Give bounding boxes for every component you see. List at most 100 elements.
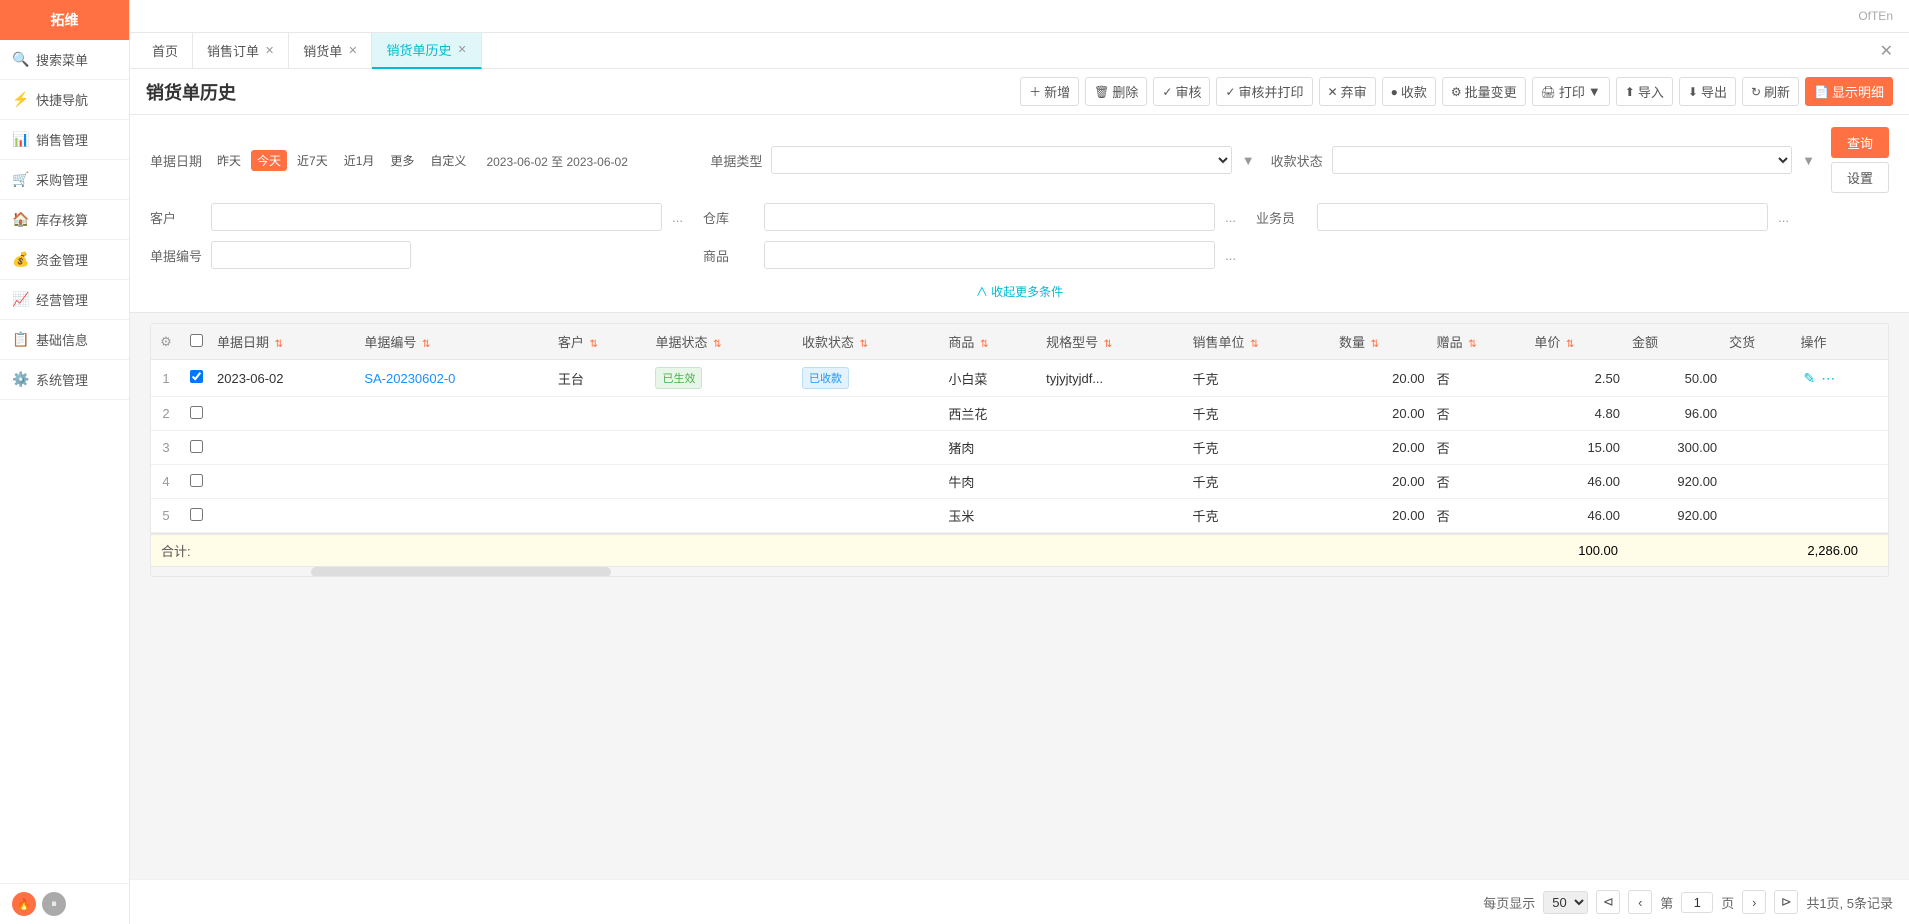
- goods-input[interactable]: [764, 241, 1215, 269]
- bottom-icon-1[interactable]: 🔥: [12, 892, 36, 916]
- date-btn-1month[interactable]: 近1月: [338, 150, 381, 171]
- main-area: OfTEn 首页 销售订单 ✕ 销货单 ✕ 销货单历史 ✕ ✕ 销货单历史 ＋ …: [130, 0, 1909, 924]
- col-price[interactable]: 单价 ⇅: [1528, 324, 1626, 360]
- first-page-button[interactable]: ⊲: [1596, 890, 1620, 914]
- import-button[interactable]: ⬆ 导入: [1616, 77, 1673, 106]
- date-btn-more[interactable]: 更多: [384, 150, 420, 171]
- discard-button[interactable]: ✕ 弃审: [1319, 77, 1376, 106]
- action-edit-icon[interactable]: ✎: [1804, 370, 1816, 386]
- refresh-button[interactable]: ↻ 刷新: [1742, 77, 1799, 106]
- col-doc-num[interactable]: 单据编号 ⇅: [358, 324, 551, 360]
- col-qty[interactable]: 数量 ⇅: [1333, 324, 1431, 360]
- tab-sales-history[interactable]: 销货单历史 ✕: [372, 33, 481, 69]
- table-settings-icon[interactable]: ⚙: [160, 334, 172, 349]
- setting-button[interactable]: 设置: [1831, 162, 1889, 193]
- row-checkbox-4[interactable]: [181, 499, 211, 533]
- per-page-select[interactable]: 50: [1543, 891, 1588, 914]
- goods-label: 商品: [703, 246, 758, 265]
- row-doc-num-3[interactable]: [358, 465, 551, 499]
- collect-status-select[interactable]: [1332, 146, 1792, 174]
- row-doc-num-2[interactable]: [358, 431, 551, 465]
- row-check[interactable]: [190, 370, 203, 383]
- last-page-button[interactable]: ⊳: [1774, 890, 1798, 914]
- row-check[interactable]: [190, 440, 203, 453]
- warehouse-input[interactable]: [764, 203, 1215, 231]
- sidebar-item-sales-mgmt[interactable]: 📊 销售管理: [0, 120, 129, 160]
- staff-input[interactable]: [1317, 203, 1768, 231]
- col-spec-type[interactable]: 规格型号 ⇅: [1040, 324, 1186, 360]
- audit-print-button[interactable]: ✓ 审核并打印: [1216, 77, 1312, 106]
- date-btn-7days[interactable]: 近7天: [291, 150, 334, 171]
- customer-dots[interactable]: ...: [668, 210, 687, 225]
- col-collect-status[interactable]: 收款状态 ⇅: [796, 324, 942, 360]
- customer-input[interactable]: [211, 203, 662, 231]
- date-btn-today[interactable]: 今天: [251, 150, 287, 171]
- collect-button[interactable]: ● 收款: [1382, 77, 1436, 106]
- tab-close-all[interactable]: ✕: [1872, 41, 1901, 61]
- show-details-button[interactable]: 📄 显示明细: [1805, 77, 1893, 106]
- query-button[interactable]: 查询: [1831, 127, 1889, 158]
- doc-type-select[interactable]: [771, 146, 1231, 174]
- col-checkbox[interactable]: [181, 324, 211, 360]
- row-check[interactable]: [190, 406, 203, 419]
- tab-close-sales-delivery[interactable]: ✕: [348, 44, 357, 57]
- col-settings[interactable]: ⚙: [151, 324, 181, 360]
- new-button[interactable]: ＋ 新增: [1020, 77, 1079, 106]
- sidebar-item-search-menu[interactable]: 🔍 搜索菜单: [0, 40, 129, 80]
- row-check[interactable]: [190, 474, 203, 487]
- basic-info-icon: 📋: [12, 331, 30, 349]
- prev-page-button[interactable]: ‹: [1628, 890, 1652, 914]
- sidebar-item-quick-nav[interactable]: ⚡ 快捷导航: [0, 80, 129, 120]
- tab-sales-delivery[interactable]: 销货单 ✕: [289, 33, 372, 69]
- sidebar-item-label: 基础信息: [36, 330, 88, 349]
- col-customer[interactable]: 客户 ⇅: [552, 324, 650, 360]
- next-page-button[interactable]: ›: [1742, 890, 1766, 914]
- print-button[interactable]: 🖨 打印 ▼: [1532, 77, 1610, 106]
- action-more-icon[interactable]: ⋯: [1821, 370, 1835, 386]
- batch-change-button[interactable]: ⚙ 批量变更: [1442, 77, 1526, 106]
- row-check[interactable]: [190, 508, 203, 521]
- date-btn-yesterday[interactable]: 昨天: [211, 150, 247, 171]
- sort-price-icon: ⇅: [1566, 339, 1574, 350]
- col-goods[interactable]: 商品 ⇅: [942, 324, 1040, 360]
- staff-dots[interactable]: ...: [1774, 210, 1793, 225]
- collapse-button[interactable]: ∧ 收起更多条件: [150, 279, 1889, 300]
- col-doc-date[interactable]: 单据日期 ⇅: [211, 324, 358, 360]
- horizontal-scrollbar[interactable]: [151, 566, 1888, 576]
- row-doc-num-4[interactable]: [358, 499, 551, 533]
- audit-button[interactable]: ✓ 审核: [1153, 77, 1210, 106]
- row-checkbox-0[interactable]: [181, 360, 211, 397]
- row-doc-num-1[interactable]: [358, 397, 551, 431]
- row-checkbox-1[interactable]: [181, 397, 211, 431]
- tab-close-sales-order[interactable]: ✕: [265, 44, 274, 57]
- col-doc-status[interactable]: 单据状态 ⇅: [649, 324, 795, 360]
- row-checkbox-2[interactable]: [181, 431, 211, 465]
- tab-close-sales-history[interactable]: ✕: [458, 43, 467, 56]
- export-button[interactable]: ⬇ 导出: [1679, 77, 1736, 106]
- select-all-checkbox[interactable]: [190, 334, 203, 347]
- sidebar-item-finance-mgmt[interactable]: 💰 资金管理: [0, 240, 129, 280]
- row-doc-num-0[interactable]: SA-20230602-0: [358, 360, 551, 397]
- row-num-0: 1: [151, 360, 181, 397]
- sidebar-item-purchase-mgmt[interactable]: 🛒 采购管理: [0, 160, 129, 200]
- date-btn-custom[interactable]: 自定义: [424, 150, 472, 171]
- col-unit[interactable]: 销售单位 ⇅: [1187, 324, 1333, 360]
- warehouse-dots[interactable]: ...: [1221, 210, 1240, 225]
- row-checkbox-3[interactable]: [181, 465, 211, 499]
- sidebar-item-ops-mgmt[interactable]: 📈 经营管理: [0, 280, 129, 320]
- doc-num-input[interactable]: [211, 241, 411, 269]
- col-gift[interactable]: 赠品 ⇅: [1431, 324, 1529, 360]
- page-number-input[interactable]: [1681, 892, 1713, 913]
- scrollbar-thumb[interactable]: [311, 567, 611, 576]
- sidebar-item-basic-info[interactable]: 📋 基础信息: [0, 320, 129, 360]
- delete-button[interactable]: 🗑 删除: [1085, 77, 1147, 106]
- goods-dots[interactable]: ...: [1221, 248, 1240, 263]
- tab-home[interactable]: 首页: [138, 33, 193, 69]
- sidebar-item-sys-mgmt[interactable]: ⚙️ 系统管理: [0, 360, 129, 400]
- collect-status-label: 收款状态: [1271, 151, 1326, 170]
- bottom-icon-2[interactable]: ⏸: [42, 892, 66, 916]
- sidebar-item-inventory[interactable]: 🏠 库存核算: [0, 200, 129, 240]
- tab-sales-order[interactable]: 销售订单 ✕: [193, 33, 289, 69]
- col-trade[interactable]: 交货: [1723, 324, 1794, 360]
- col-amount[interactable]: 金额: [1626, 324, 1723, 360]
